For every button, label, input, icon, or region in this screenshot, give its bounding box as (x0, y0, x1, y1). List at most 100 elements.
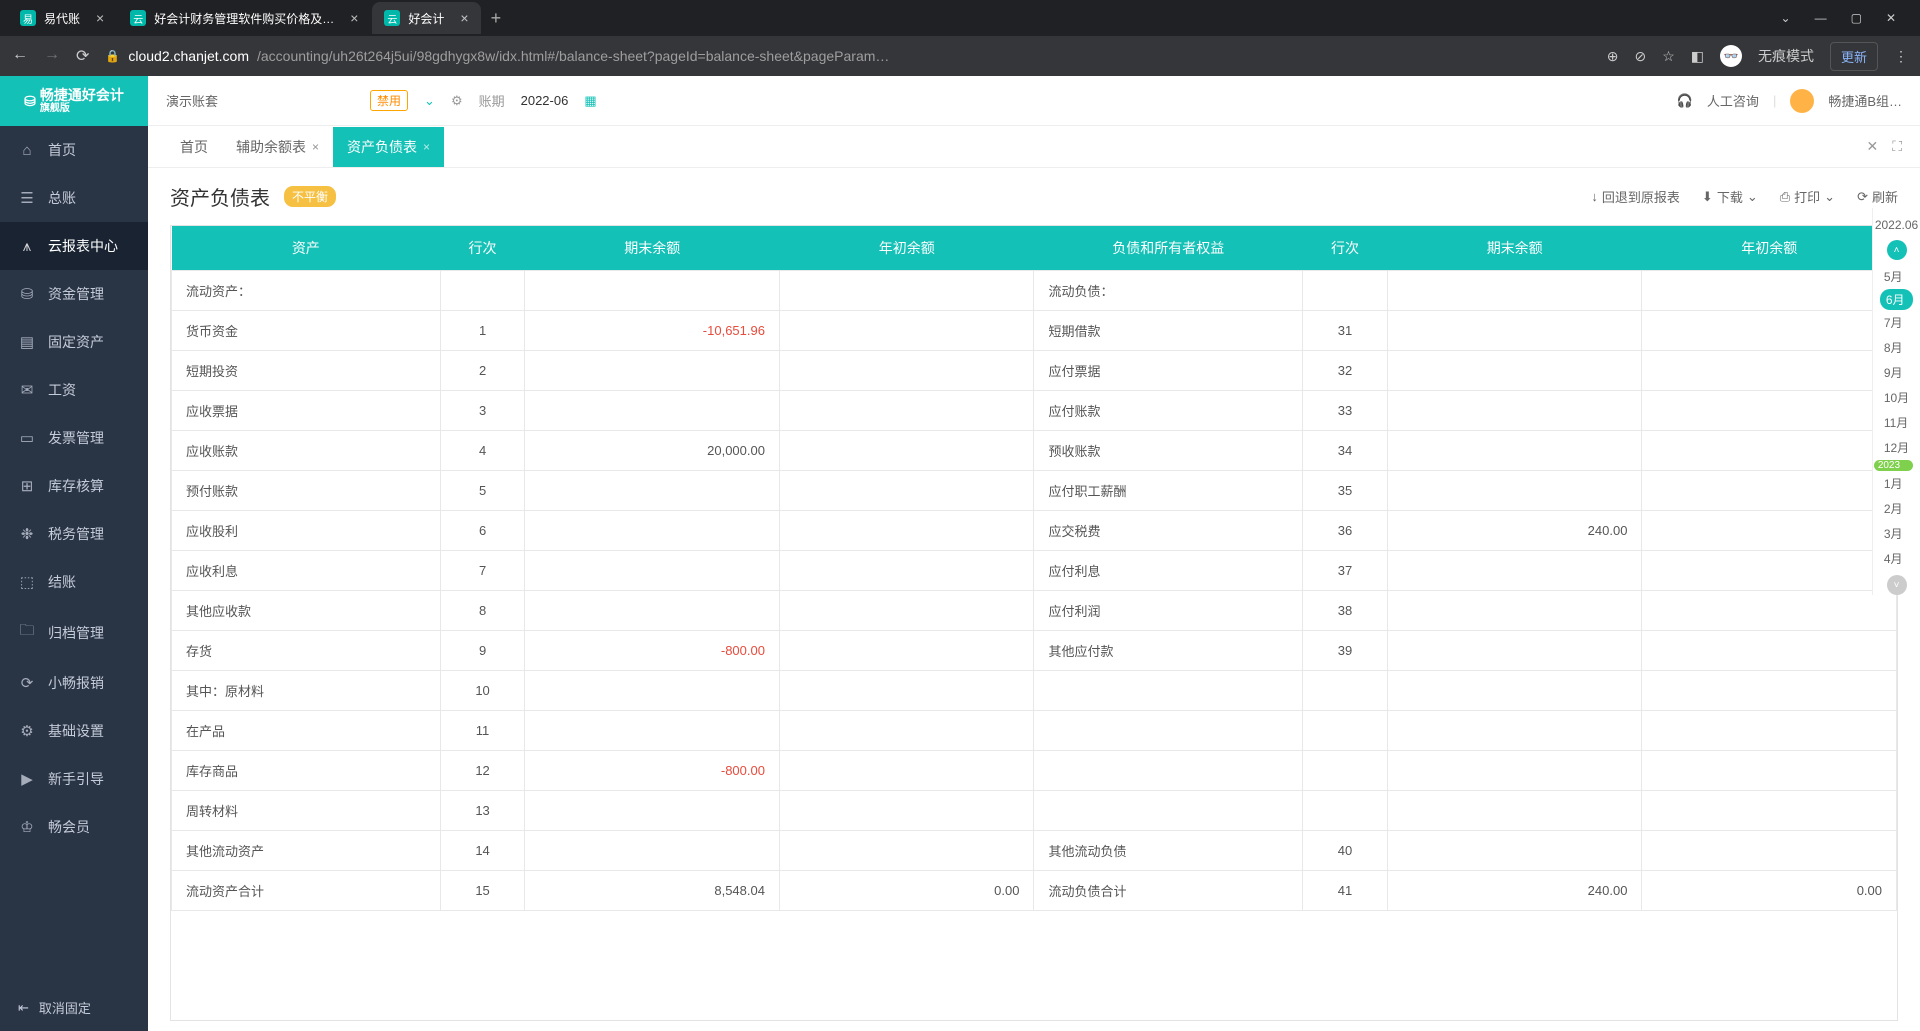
chevron-down-icon[interactable]: ⌄ (1781, 11, 1791, 25)
cell-asset[interactable]: 库存商品 (172, 751, 441, 791)
cell-asset[interactable]: 预付账款 (172, 471, 441, 511)
update-button[interactable]: 更新 (1830, 42, 1878, 71)
cell-asset[interactable]: 应收股利 (172, 511, 441, 551)
sidebar-item[interactable]: ⟳小畅报销 (0, 659, 148, 707)
avatar[interactable] (1790, 89, 1814, 113)
sidebar-item[interactable]: ♔畅会员 (0, 803, 148, 851)
close-icon[interactable]: × (350, 10, 358, 26)
cell-asset[interactable]: 存货 (172, 631, 441, 671)
sidebar-item[interactable]: ⚙基础设置 (0, 707, 148, 755)
cell-asset[interactable]: 货币资金 (172, 311, 441, 351)
cell-liab[interactable]: 应付利息 (1034, 551, 1303, 591)
cell-asset[interactable]: 流动资产： (172, 271, 441, 311)
cell-asset[interactable]: 其他应收款 (172, 591, 441, 631)
sidebar-item[interactable]: 🗀归档管理 (0, 606, 148, 659)
cell-liab[interactable]: 短期借款 (1034, 311, 1303, 351)
puzzle-icon[interactable]: ◧ (1691, 48, 1704, 65)
zoom-icon[interactable]: ⊕ (1607, 48, 1619, 65)
sidebar-item[interactable]: ▭发票管理 (0, 414, 148, 462)
demo-badge[interactable]: 禁用 (370, 90, 408, 111)
month-item[interactable]: 8月 (1880, 335, 1913, 360)
sidebar-item[interactable]: ▶新手引导 (0, 755, 148, 803)
close-all-icon[interactable]: ✕ (1866, 138, 1878, 155)
month-item[interactable]: 6月 (1880, 289, 1913, 310)
cell-liab[interactable]: 应付票据 (1034, 351, 1303, 391)
month-item[interactable]: 10月 (1880, 385, 1913, 410)
cell-liab[interactable]: 应交税费 (1034, 511, 1303, 551)
chevron-down-icon[interactable]: ⌄ (424, 93, 435, 109)
rollback-button[interactable]: ↓回退到原报表 (1591, 187, 1680, 206)
cell-liab[interactable]: 预收账款 (1034, 431, 1303, 471)
bookmark-icon[interactable]: ☆ (1662, 48, 1675, 65)
tab-balance-sheet[interactable]: 资产负债表× (333, 127, 444, 167)
month-item[interactable]: 1月 (1880, 471, 1913, 496)
cell-asset[interactable]: 应收账款 (172, 431, 441, 471)
month-item[interactable]: 2月 (1880, 496, 1913, 521)
cell-liab[interactable] (1034, 711, 1303, 751)
print-button[interactable]: ⎙打印⌄ (1780, 187, 1835, 206)
new-tab-button[interactable]: + (491, 8, 502, 29)
sidebar-item[interactable]: ❉税务管理 (0, 510, 148, 558)
forward-icon[interactable]: → (44, 46, 60, 66)
cell-asset[interactable]: 流动资产合计 (172, 871, 441, 911)
period-value[interactable]: 2022-06 (521, 93, 569, 108)
user-name[interactable]: 畅捷通B组… (1828, 91, 1902, 110)
close-icon[interactable]: × (96, 10, 104, 26)
cell-asset[interactable]: 在产品 (172, 711, 441, 751)
cell-liab[interactable]: 流动负债合计 (1034, 871, 1303, 911)
sidebar-item[interactable]: ⌂首页 (0, 126, 148, 174)
cell-asset[interactable]: 周转材料 (172, 791, 441, 831)
cell-liab[interactable]: 流动负债： (1034, 271, 1303, 311)
download-button[interactable]: ⬇下载⌄ (1702, 187, 1758, 206)
minimize-icon[interactable]: — (1815, 11, 1827, 25)
refresh-button[interactable]: ⟳刷新 (1857, 187, 1898, 206)
maximize-icon[interactable]: ▢ (1851, 11, 1862, 25)
cell-liab[interactable] (1034, 791, 1303, 831)
sidebar-item[interactable]: ⩚云报表中心 (0, 222, 148, 270)
sidebar-item[interactable]: ▤固定资产 (0, 318, 148, 366)
account-name[interactable]: 演示账套 (166, 91, 218, 110)
sidebar-item[interactable]: ⬚结账 (0, 558, 148, 606)
sidebar-item[interactable]: ⛁资金管理 (0, 270, 148, 318)
cell-liab[interactable] (1034, 751, 1303, 791)
month-item[interactable]: 3月 (1880, 521, 1913, 546)
support-link[interactable]: 人工咨询 (1707, 91, 1759, 110)
browser-tab[interactable]: 云 好会计财务管理软件购买价格及… × (118, 2, 370, 34)
extension-icon[interactable]: ⊘ (1634, 48, 1646, 65)
cell-asset[interactable]: 其他流动资产 (172, 831, 441, 871)
cell-asset[interactable]: 应收票据 (172, 391, 441, 431)
cell-asset[interactable]: 短期投资 (172, 351, 441, 391)
month-item[interactable]: 11月 (1880, 410, 1913, 435)
back-icon[interactable]: ← (12, 46, 28, 66)
cell-asset[interactable]: 应收利息 (172, 551, 441, 591)
calendar-icon[interactable]: ▦ (584, 93, 596, 109)
cell-liab[interactable] (1034, 671, 1303, 711)
month-item[interactable]: 9月 (1880, 360, 1913, 385)
close-icon[interactable]: × (460, 10, 468, 26)
gear-icon[interactable]: ⚙ (451, 93, 463, 109)
month-item[interactable]: 12月 (1880, 435, 1913, 460)
sidebar-footer[interactable]: ⇤ 取消固定 (0, 984, 148, 1031)
sidebar-item[interactable]: ⊞库存核算 (0, 462, 148, 510)
browser-tab[interactable]: 云 好会计 × (372, 2, 480, 34)
month-rail-head[interactable]: 2022.06 (1871, 214, 1920, 236)
table-scroll[interactable]: 资产 行次 期末余额 年初余额 负债和所有者权益 行次 期末余额 年初余额 流动… (170, 225, 1898, 1021)
cell-liab[interactable]: 其他应付款 (1034, 631, 1303, 671)
month-up-button[interactable]: ˄ (1887, 240, 1907, 260)
cell-liab[interactable]: 其他流动负债 (1034, 831, 1303, 871)
tab-home[interactable]: 首页 (166, 127, 222, 167)
fullscreen-icon[interactable]: ⛶ (1892, 138, 1902, 155)
sidebar-item[interactable]: ☰总账 (0, 174, 148, 222)
close-icon[interactable]: × (312, 140, 319, 154)
browser-tab[interactable]: 易 易代账 × (8, 2, 116, 34)
month-item[interactable]: 5月 (1880, 264, 1913, 289)
month-item[interactable]: 4月 (1880, 546, 1913, 571)
close-icon[interactable]: × (423, 140, 430, 154)
cell-liab[interactable]: 应付职工薪酬 (1034, 471, 1303, 511)
tab-aux-balance[interactable]: 辅助余额表× (222, 127, 333, 167)
menu-icon[interactable]: ⋮ (1894, 48, 1908, 65)
month-down-button[interactable]: ˅ (1887, 575, 1907, 595)
reload-icon[interactable]: ⟳ (76, 46, 89, 66)
cell-asset[interactable]: 其中：原材料 (172, 671, 441, 711)
logo[interactable]: ⛁ 畅捷通好会计 旗舰版 (0, 76, 148, 126)
